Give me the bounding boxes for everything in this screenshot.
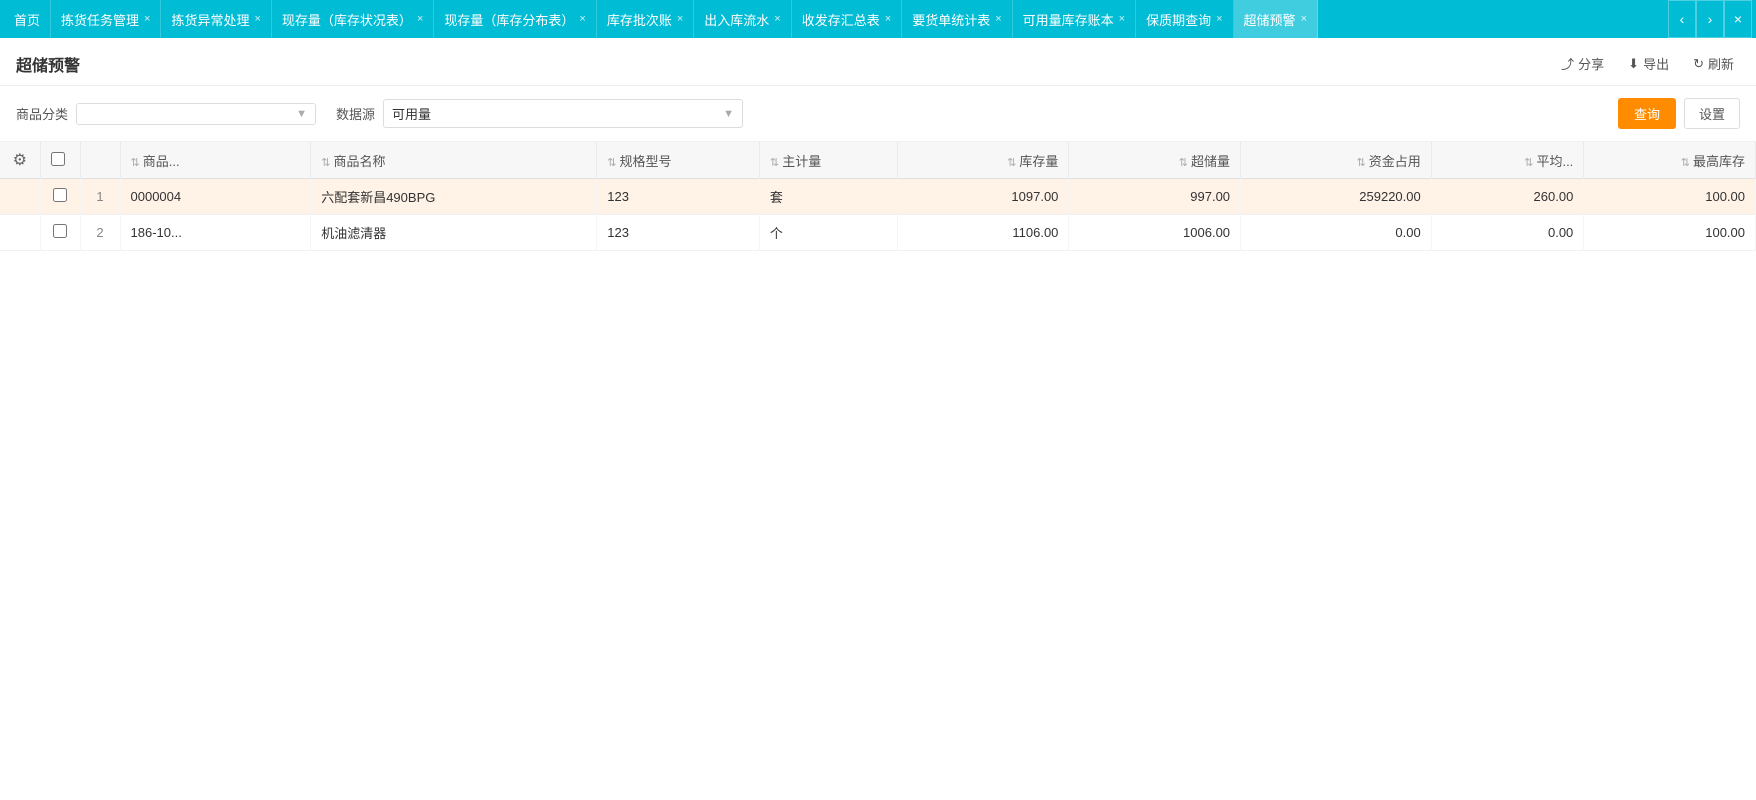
col-header-unit[interactable]: 主计量: [759, 142, 897, 179]
col-header-over[interactable]: 超储量: [1069, 142, 1241, 179]
close-inout-flow[interactable]: ×: [774, 13, 780, 25]
cell-capital-0: 259220.00: [1241, 179, 1432, 215]
share-icon: ⤴: [1561, 54, 1574, 73]
filter-datasource-group: 数据源 可用量 ▼: [336, 99, 743, 128]
nav-available-account[interactable]: 可用量库存账本 ×: [1013, 0, 1136, 38]
cell-name-0: 六配套新昌490BPG: [311, 179, 597, 215]
nav-receive-send[interactable]: 收发存汇总表 ×: [792, 0, 902, 38]
share-button[interactable]: ⤴ 分享: [1555, 50, 1610, 77]
close-order-stats[interactable]: ×: [995, 13, 1001, 25]
cell-code-0: 0000004: [120, 179, 311, 215]
refresh-button[interactable]: ↻ 刷新: [1687, 50, 1740, 77]
export-button[interactable]: ⬇ 导出: [1622, 50, 1675, 77]
nav-arrow-right[interactable]: ›: [1696, 0, 1724, 38]
table-body: 1 0000004 六配套新昌490BPG 123 套 1097.00 997.…: [0, 179, 1756, 251]
col-header-maxstock[interactable]: 最高库存: [1584, 142, 1756, 179]
datasource-value: 可用量: [392, 104, 431, 123]
nav-order-stats[interactable]: 要货单统计表 ×: [902, 0, 1012, 38]
datasource-select[interactable]: 可用量 ▼: [383, 99, 743, 128]
query-button[interactable]: 查询: [1618, 98, 1676, 129]
col-header-capital[interactable]: 资金占用: [1241, 142, 1432, 179]
column-settings-icon[interactable]: ⚙: [13, 152, 27, 169]
nav-inventory-status[interactable]: 现存量（库存状况表） ×: [272, 0, 434, 38]
row-checkbox-0[interactable]: [53, 188, 67, 202]
cell-num-1: 2: [80, 215, 120, 251]
cell-unit-0: 套: [759, 179, 897, 215]
table-header-row: ⚙ 商品... 商品名称 规格型号: [0, 142, 1756, 179]
nav-inventory-dist[interactable]: 现存量（库存分布表） ×: [434, 0, 596, 38]
close-available-account[interactable]: ×: [1119, 13, 1125, 25]
close-pick-task[interactable]: ×: [144, 13, 150, 25]
close-batch-account[interactable]: ×: [677, 13, 683, 25]
col-header-settings: ⚙: [0, 142, 40, 179]
cell-spec-1: 123: [597, 215, 760, 251]
cell-row-checkbox-0: [40, 179, 80, 215]
export-icon: ⬇: [1628, 56, 1639, 72]
cell-row-checkbox-1: [40, 215, 80, 251]
filter-area: 商品分类 ▼ 数据源 可用量 ▼ 查询 设置: [0, 86, 1756, 142]
close-receive-send[interactable]: ×: [885, 13, 891, 25]
nav-inout-flow[interactable]: 出入库流水 ×: [694, 0, 791, 38]
col-header-checkbox: [40, 142, 80, 179]
nav-pick-task[interactable]: 拣货任务管理 ×: [51, 0, 161, 38]
category-label: 商品分类: [16, 104, 68, 123]
top-nav: 首页 拣货任务管理 × 拣货异常处理 × 现存量（库存状况表） × 现存量（库存…: [0, 0, 1756, 38]
cell-stock-1: 1106.00: [897, 215, 1069, 251]
page-content: 超储预警 ⤴ 分享 ⬇ 导出 ↻ 刷新 商品分类 ▼ 数据源: [0, 38, 1756, 800]
nav-overstock-warning[interactable]: 超储预警 ×: [1234, 0, 1318, 38]
nav-arrow-close[interactable]: ×: [1724, 0, 1752, 38]
cell-stock-0: 1097.00: [897, 179, 1069, 215]
cell-spec-0: 123: [597, 179, 760, 215]
cell-row-settings-0: [0, 179, 40, 215]
filter-actions: 查询 设置: [1618, 98, 1740, 129]
col-header-code[interactable]: 商品...: [120, 142, 311, 179]
cell-code-1: 186-10...: [120, 215, 311, 251]
filter-category-group: 商品分类 ▼: [16, 103, 316, 125]
cell-over-0: 997.00: [1069, 179, 1241, 215]
close-inventory-dist[interactable]: ×: [579, 13, 585, 25]
cell-row-settings-1: [0, 215, 40, 251]
nav-home[interactable]: 首页: [4, 0, 51, 38]
cell-num-0: 1: [80, 179, 120, 215]
close-pick-abnormal[interactable]: ×: [254, 13, 260, 25]
settings-button[interactable]: 设置: [1684, 98, 1740, 129]
close-expiry-query[interactable]: ×: [1216, 13, 1222, 25]
cell-unit-1: 个: [759, 215, 897, 251]
cell-capital-1: 0.00: [1241, 215, 1432, 251]
nav-arrow-left[interactable]: ‹: [1668, 0, 1696, 38]
page-header: 超储预警 ⤴ 分享 ⬇ 导出 ↻ 刷新: [0, 38, 1756, 86]
cell-maxstock-1: 100.00: [1584, 215, 1756, 251]
nav-batch-account[interactable]: 库存批次账 ×: [597, 0, 694, 38]
table-row: 1 0000004 六配套新昌490BPG 123 套 1097.00 997.…: [0, 179, 1756, 215]
cell-avg-0: 260.00: [1431, 179, 1584, 215]
col-header-stock[interactable]: 库存量: [897, 142, 1069, 179]
refresh-icon: ↻: [1693, 56, 1704, 72]
col-header-avg[interactable]: 平均...: [1431, 142, 1584, 179]
col-header-num: [80, 142, 120, 179]
cell-name-1: 机油滤清器: [311, 215, 597, 251]
col-header-spec[interactable]: 规格型号: [597, 142, 760, 179]
data-table: ⚙ 商品... 商品名称 规格型号: [0, 142, 1756, 251]
datasource-label: 数据源: [336, 104, 375, 123]
col-header-name[interactable]: 商品名称: [311, 142, 597, 179]
close-overstock-warning[interactable]: ×: [1301, 13, 1307, 25]
table-container: ⚙ 商品... 商品名称 规格型号: [0, 142, 1756, 251]
nav-pick-abnormal[interactable]: 拣货异常处理 ×: [161, 0, 271, 38]
nav-arrows: ‹ › ×: [1668, 0, 1752, 38]
category-chevron-icon: ▼: [296, 108, 307, 120]
table-row: 2 186-10... 机油滤清器 123 个 1106.00 1006.00 …: [0, 215, 1756, 251]
nav-expiry-query[interactable]: 保质期查询 ×: [1136, 0, 1233, 38]
page-title: 超储预警: [16, 52, 80, 76]
cell-over-1: 1006.00: [1069, 215, 1241, 251]
select-all-checkbox[interactable]: [51, 152, 65, 166]
header-actions: ⤴ 分享 ⬇ 导出 ↻ 刷新: [1555, 50, 1740, 77]
cell-maxstock-0: 100.00: [1584, 179, 1756, 215]
category-select[interactable]: ▼: [76, 103, 316, 125]
cell-avg-1: 0.00: [1431, 215, 1584, 251]
datasource-chevron-icon: ▼: [723, 108, 734, 120]
row-checkbox-1[interactable]: [53, 224, 67, 238]
close-inventory-status[interactable]: ×: [417, 13, 423, 25]
